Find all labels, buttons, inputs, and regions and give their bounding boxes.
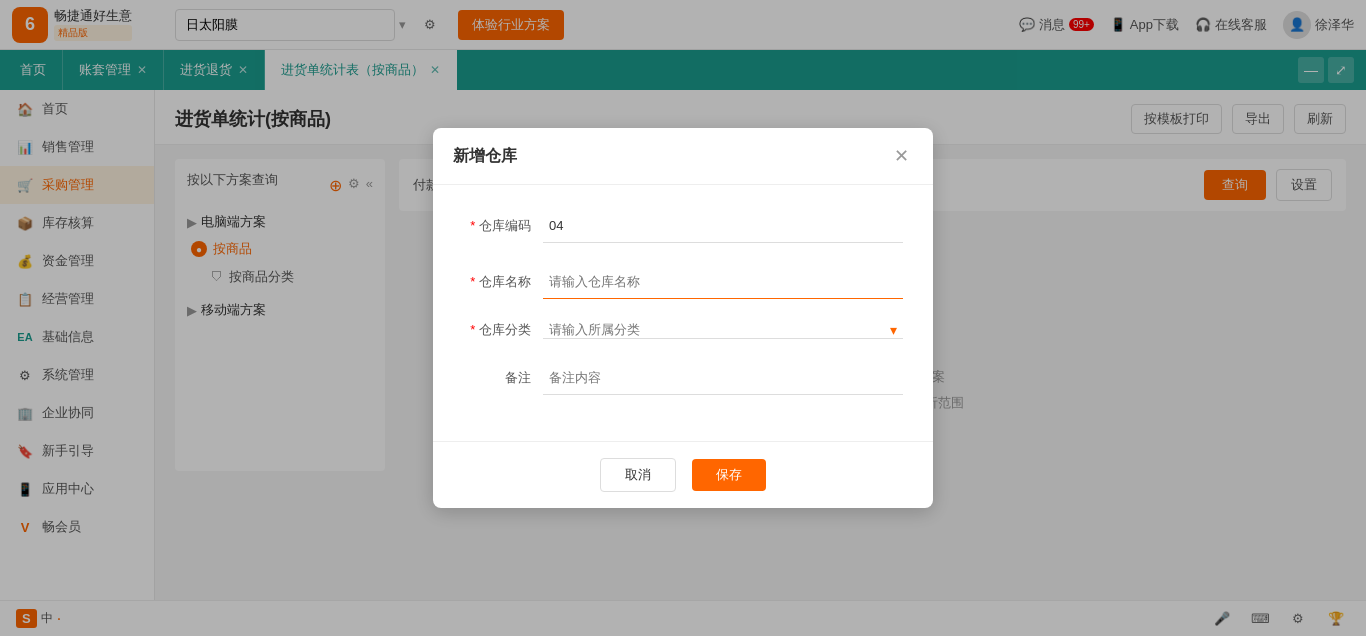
modal-body: 仓库编码 仓库名称 仓库分类 ▾ 备注: [433, 185, 933, 441]
warehouse-category-label: 仓库分类: [463, 321, 543, 339]
modal-header: 新增仓库 ✕: [433, 128, 933, 185]
warehouse-name-label: 仓库名称: [463, 273, 543, 291]
warehouse-name-input[interactable]: [543, 265, 903, 299]
warehouse-name-row: 仓库名称: [463, 265, 903, 299]
modal-close-btn[interactable]: ✕: [889, 144, 913, 168]
warehouse-code-row: 仓库编码: [463, 209, 903, 243]
warehouse-notes-label: 备注: [463, 369, 543, 387]
cancel-button[interactable]: 取消: [600, 458, 676, 492]
modal-overlay[interactable]: 新增仓库 ✕ 仓库编码 仓库名称 仓库分类 ▾: [0, 0, 1366, 636]
modal-footer: 取消 保存: [433, 441, 933, 508]
warehouse-code-input[interactable]: [543, 209, 903, 243]
modal-title: 新增仓库: [453, 146, 517, 167]
new-warehouse-modal: 新增仓库 ✕ 仓库编码 仓库名称 仓库分类 ▾: [433, 128, 933, 508]
warehouse-category-select-wrap: ▾: [543, 322, 903, 339]
warehouse-notes-row: 备注: [463, 361, 903, 395]
warehouse-category-input[interactable]: [549, 322, 890, 337]
warehouse-code-label: 仓库编码: [463, 217, 543, 235]
category-dropdown-icon[interactable]: ▾: [890, 322, 897, 338]
warehouse-notes-input[interactable]: [543, 361, 903, 395]
save-button[interactable]: 保存: [692, 459, 766, 491]
warehouse-category-row: 仓库分类 ▾: [463, 321, 903, 339]
